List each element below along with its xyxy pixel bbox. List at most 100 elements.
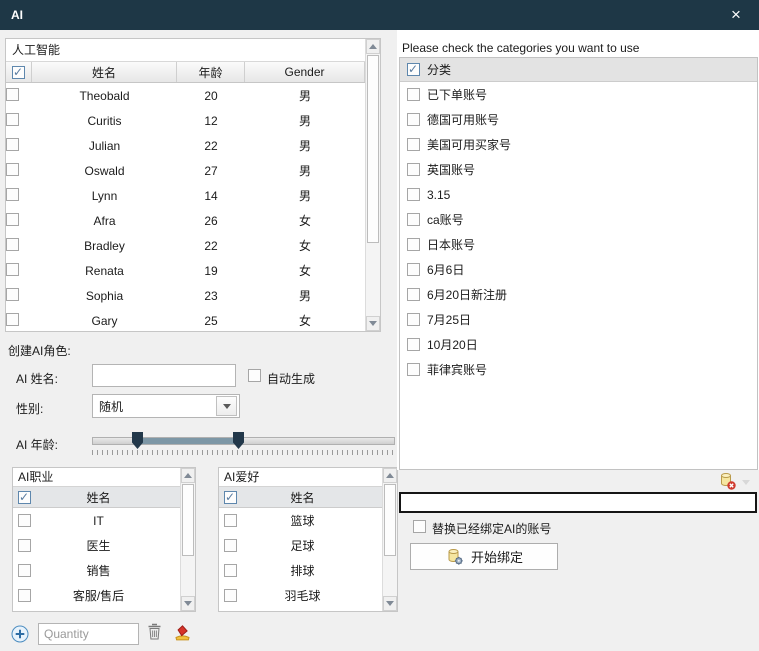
hobby-item-checkbox[interactable] <box>224 564 237 577</box>
scrollbar-thumb[interactable] <box>384 484 396 556</box>
category-item-checkbox[interactable] <box>407 138 420 151</box>
category-item[interactable]: 10月20日 <box>400 332 757 357</box>
category-item[interactable]: 英国账号 <box>400 157 757 182</box>
category-item-checkbox[interactable] <box>407 363 420 376</box>
row-checkbox[interactable] <box>6 262 19 276</box>
people-row[interactable]: Theobald 20 男 <box>6 83 365 108</box>
people-row[interactable]: Gary 25 女 <box>6 308 365 333</box>
scroll-down-icon[interactable] <box>181 596 195 611</box>
category-item[interactable]: 已下单账号 <box>400 82 757 107</box>
bind-account-input[interactable] <box>399 492 757 513</box>
column-header-gender[interactable]: Gender <box>245 62 365 82</box>
scroll-down-icon[interactable] <box>383 596 397 611</box>
row-checkbox[interactable] <box>6 137 19 151</box>
scroll-up-icon[interactable] <box>383 468 397 483</box>
title-bar[interactable]: AI × <box>0 0 759 30</box>
remove-binding-button[interactable] <box>717 471 737 494</box>
category-item[interactable]: 菲律宾账号 <box>400 357 757 382</box>
hobby-item-checkbox[interactable] <box>224 514 237 527</box>
category-item-checkbox[interactable] <box>407 288 420 301</box>
scroll-up-icon[interactable] <box>366 39 380 54</box>
occupation-select-all-checkbox[interactable] <box>18 490 31 504</box>
occupation-item-checkbox[interactable] <box>18 564 31 577</box>
chevron-down-icon[interactable] <box>216 396 237 416</box>
delete-button[interactable] <box>147 623 162 644</box>
scroll-up-icon[interactable] <box>181 468 195 483</box>
row-checkbox[interactable] <box>6 112 19 126</box>
people-row[interactable]: Julian 22 男 <box>6 133 365 158</box>
category-select-all-checkbox[interactable] <box>407 62 420 76</box>
people-row[interactable]: Oswald 27 男 <box>6 158 365 183</box>
scrollbar-thumb[interactable] <box>367 55 379 243</box>
people-row[interactable]: Afra 26 女 <box>6 208 365 233</box>
column-header-name[interactable]: 姓名 <box>32 62 177 82</box>
category-item[interactable]: 6月6日 <box>400 257 757 282</box>
row-checkbox[interactable] <box>6 287 19 301</box>
category-item-checkbox[interactable] <box>407 88 420 101</box>
hobby-item[interactable]: 篮球 <box>219 508 382 533</box>
person-name-cell: Curitis <box>87 113 122 128</box>
start-binding-button[interactable]: 开始绑定 <box>410 543 558 570</box>
row-checkbox[interactable] <box>6 187 19 201</box>
stamp-button[interactable] <box>173 623 192 645</box>
quantity-input[interactable] <box>38 623 139 645</box>
category-item[interactable]: 日本账号 <box>400 232 757 257</box>
category-item[interactable]: 6月20日新注册 <box>400 282 757 307</box>
hobby-item-checkbox[interactable] <box>224 589 237 602</box>
occupation-item-checkbox[interactable] <box>18 589 31 602</box>
occupation-item[interactable]: 客服/售后 <box>13 583 180 608</box>
category-item-checkbox[interactable] <box>407 338 420 351</box>
hobby-item[interactable]: 羽毛球 <box>219 583 382 608</box>
age-range-slider[interactable] <box>92 432 395 449</box>
people-row[interactable]: Bradley 22 女 <box>6 233 365 258</box>
slider-handle-max[interactable] <box>233 432 244 449</box>
row-checkbox[interactable] <box>6 87 19 101</box>
category-item-checkbox[interactable] <box>407 163 420 176</box>
category-item-checkbox[interactable] <box>407 313 420 326</box>
row-checkbox[interactable] <box>6 312 19 326</box>
category-item-checkbox[interactable] <box>407 188 420 201</box>
category-item-checkbox[interactable] <box>407 213 420 226</box>
gender-dropdown[interactable]: 随机 <box>92 394 240 418</box>
occupation-item[interactable]: 销售 <box>13 558 180 583</box>
hobby-item-checkbox[interactable] <box>224 539 237 552</box>
hobby-item[interactable]: 足球 <box>219 533 382 558</box>
category-item[interactable]: 7月25日 <box>400 307 757 332</box>
category-item[interactable]: 美国可用买家号 <box>400 132 757 157</box>
row-checkbox[interactable] <box>6 162 19 176</box>
category-item[interactable]: 3.15 <box>400 182 757 207</box>
hobby-header-label[interactable]: 姓名 <box>237 489 382 506</box>
people-row[interactable]: Curitis 12 男 <box>6 108 365 133</box>
people-row[interactable]: Lynn 14 男 <box>6 183 365 208</box>
category-item-checkbox[interactable] <box>407 113 420 126</box>
hobby-select-all-checkbox[interactable] <box>224 490 237 504</box>
occupation-header-label[interactable]: 姓名 <box>31 489 180 506</box>
row-checkbox[interactable] <box>6 237 19 251</box>
occupation-item[interactable]: IT <box>13 508 180 533</box>
close-icon[interactable]: × <box>721 0 751 30</box>
select-all-checkbox[interactable] <box>12 65 25 79</box>
replace-bound-checkbox[interactable] <box>413 520 426 533</box>
category-item[interactable]: ca账号 <box>400 207 757 232</box>
category-item[interactable]: 德国可用账号 <box>400 107 757 132</box>
scroll-down-icon[interactable] <box>366 316 380 331</box>
hobby-scrollbar[interactable] <box>382 468 397 611</box>
category-item-checkbox[interactable] <box>407 238 420 251</box>
ai-name-input[interactable] <box>92 364 236 387</box>
hobby-item[interactable]: 排球 <box>219 558 382 583</box>
dropdown-arrow-icon[interactable] <box>742 480 750 485</box>
category-item-checkbox[interactable] <box>407 263 420 276</box>
people-row[interactable]: Renata 19 女 <box>6 258 365 283</box>
occupation-item-checkbox[interactable] <box>18 514 31 527</box>
scrollbar-thumb[interactable] <box>182 484 194 556</box>
add-button[interactable] <box>11 625 29 646</box>
occupation-scrollbar[interactable] <box>180 468 195 611</box>
column-header-age[interactable]: 年龄 <box>177 62 245 82</box>
slider-handle-min[interactable] <box>132 432 143 449</box>
auto-generate-checkbox[interactable] <box>248 369 261 382</box>
occupation-item[interactable]: 医生 <box>13 533 180 558</box>
people-table-scrollbar[interactable] <box>365 39 380 331</box>
row-checkbox[interactable] <box>6 212 19 226</box>
people-row[interactable]: Sophia 23 男 <box>6 283 365 308</box>
occupation-item-checkbox[interactable] <box>18 539 31 552</box>
